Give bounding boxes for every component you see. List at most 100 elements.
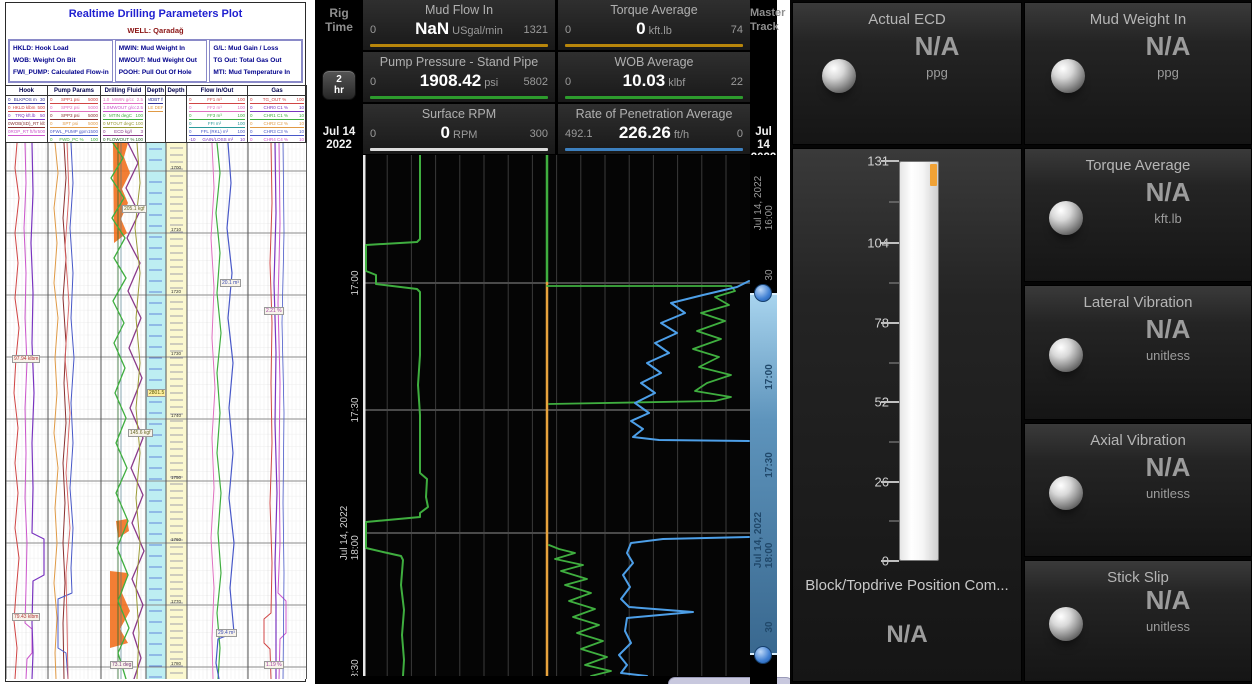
tile-title: Mud Weight In	[1025, 11, 1251, 28]
track-header: Gas	[248, 86, 307, 95]
gauge-title: Mud Flow In	[363, 3, 555, 17]
left-rail: Rig Time 2 hr Jul 14 2022 17:0017:30Jul …	[315, 0, 363, 684]
gauge-tick	[881, 401, 899, 403]
gauge-minor-tick	[889, 283, 899, 284]
gauge-pump-pressure[interactable]: Pump Pressure - Stand Pipe058021908.42ps…	[363, 52, 555, 102]
tile-actual-ecd[interactable]: Actual ECD N/A ppg	[792, 2, 1022, 145]
gauge-max: 300	[530, 128, 548, 140]
tile-stick-slip[interactable]: Stick Slip N/A unitless	[1024, 560, 1252, 682]
curve-def: 1.0MWIN g/cc2.5	[103, 96, 143, 104]
interval-2hr-button[interactable]: 2 hr	[322, 70, 356, 100]
curve-def: 0BLKPOS m30	[8, 96, 45, 104]
master-track[interactable]: Jul 14, 202216:003017:0017:30Jul 14, 202…	[750, 155, 777, 676]
legend-entry: G/L: Mud Gain / Loss	[213, 43, 298, 55]
curve-def: 0FWL_PUMP gpm1500	[50, 128, 98, 136]
gauge-max: 1321	[524, 24, 548, 36]
legend-entry: MWIN: Mud Weight In	[119, 43, 204, 55]
curve-def: 0FF3 m³100	[189, 112, 245, 120]
curve-def: 0WOB(SD)_RT klb50	[8, 120, 45, 128]
tile-title: Lateral Vibration	[1025, 294, 1251, 311]
curve-def: 0CHR4 C4 %10	[250, 136, 304, 142]
curve-def: MDBT ft	[148, 96, 163, 104]
time-label: 30	[764, 269, 775, 280]
realtime-plot-panel: Realtime Drilling Parameters Plot WELL: …	[5, 2, 306, 682]
svg-text:1700: 1700	[171, 165, 182, 170]
gauge-tick	[881, 560, 899, 562]
gauge-tick	[881, 322, 899, 324]
curve-def: 0MTOUT degC100	[103, 120, 143, 128]
status-ball-icon	[1049, 607, 1083, 641]
tile-value: N/A unitless	[1085, 314, 1251, 363]
gauge-bar	[370, 44, 548, 47]
gauge-bar	[370, 148, 548, 151]
curve-value-label: 73.1 deg	[110, 661, 133, 669]
curve-value-label: 1.19 %	[264, 661, 284, 669]
curve-value-label: 79.43 klbm	[12, 613, 40, 621]
curve-def: 0SPT psi5000	[50, 120, 98, 128]
curve-value-label: 20.1 m³	[220, 279, 241, 287]
tile-title: Actual ECD	[793, 11, 1021, 28]
gauge-title: Surface RPM	[363, 107, 555, 121]
tile-value: N/A unitless	[1085, 585, 1251, 634]
master-track-label: Master Track	[750, 6, 777, 34]
rig-time-label: Rig Time	[315, 6, 363, 34]
drilling-dashboard: Realtime Drilling Parameters Plot WELL: …	[0, 0, 1252, 684]
gauge-min: 0	[370, 128, 376, 140]
track-headers: HookPump ParamsDrilling FluidDepthDepthF…	[6, 85, 307, 96]
time-label: 17:30	[350, 397, 361, 422]
gauge-max: 74	[731, 24, 743, 36]
tile-mud-weight-in[interactable]: Mud Weight In N/A ppg	[1024, 2, 1252, 145]
tile-value: N/A ppg	[1085, 31, 1251, 80]
track-header: Hook	[6, 86, 48, 95]
svg-text:1730: 1730	[171, 351, 182, 356]
tile-value: N/A kft.lb	[1085, 177, 1251, 226]
gauge-title: Rate of Penetration Average	[558, 107, 750, 121]
gauge-value: NaNUSgal/min	[393, 19, 525, 39]
gauge-wob-average[interactable]: WOB Average02210.03klbf	[558, 52, 750, 102]
curve-value-label: 2801.5	[147, 389, 166, 397]
chart-center: Mud Flow In01321NaNUSgal/minTorque Avera…	[363, 0, 750, 684]
gauge-bar	[565, 44, 743, 47]
gauge-surface-rpm[interactable]: Surface RPM03000RPM	[363, 104, 555, 154]
svg-text:1720: 1720	[171, 289, 182, 294]
gauge-minor-tick	[889, 521, 899, 522]
curve-definitions: 0BLKPOS m300HKLD klbm5000TRQ kft.lb500WO…	[6, 96, 307, 143]
gauge-torque-average[interactable]: Torque Average0740kft.lb	[558, 0, 750, 50]
legend: HKLD: Hook LoadWOB: Weight On BitFWI_PUM…	[8, 39, 303, 83]
tile-axial-vibration[interactable]: Axial Vibration N/A unitless	[1024, 423, 1252, 557]
gauge-rop-average[interactable]: Rate of Penetration Average492.10226.26f…	[558, 104, 750, 154]
curve-def: 0SPP3 psi5000	[50, 112, 98, 120]
log-plot: 170017101720173017401750176017701780 97.…	[6, 143, 307, 679]
range-handle[interactable]	[754, 646, 772, 664]
gauge-label: Block/Topdrive Position Com...	[795, 577, 1019, 594]
curve-def-column: 0SPP1 psi50000SPP2 psi50000SPP3 psi50000…	[48, 96, 101, 142]
track-header: Depth	[166, 86, 187, 95]
legend-entry: HKLD: Hook Load	[13, 43, 109, 55]
time-label: 17:00	[764, 364, 775, 390]
gauge-mud-flow-in[interactable]: Mud Flow In01321NaNUSgal/min	[363, 0, 555, 50]
tile-torque-average[interactable]: Torque Average N/A kft.lb	[1024, 148, 1252, 282]
curve-value-label: 2.21 %	[264, 307, 284, 315]
gauge-tick	[881, 242, 899, 244]
left-rail-date: Jul 14 2022	[315, 126, 363, 152]
gauge-value: 1908.42psi	[393, 71, 525, 91]
gauge-min: 0	[370, 76, 376, 88]
curve-def: 1.0MWOUT g/cc2.5	[103, 104, 143, 112]
svg-text:1750: 1750	[171, 475, 182, 480]
track-header: Depth	[146, 86, 166, 95]
gauge-value: 226.26ft/h	[588, 123, 720, 143]
range-handle[interactable]	[754, 284, 772, 302]
legend-entry: MTI: Mud Temperature In	[213, 67, 298, 79]
gauge-title: Pump Pressure - Stand Pipe	[363, 55, 555, 69]
gauge-min: 0	[565, 76, 571, 88]
time-axis: 17:0017:30Jul 14, 202218:008:30	[315, 155, 363, 676]
gauge-bar	[565, 148, 743, 151]
tile-lateral-vibration[interactable]: Lateral Vibration N/A unitless	[1024, 285, 1252, 420]
time-label: 17:30	[764, 452, 775, 478]
legend-entry: FWI_PUMP: Calculated Flow-in	[13, 67, 109, 79]
time-chart-svg	[363, 155, 750, 676]
tile-title: Torque Average	[1025, 157, 1251, 174]
right-rail: Master Track Jul 14 2022 Jul 14, 202216:…	[750, 0, 777, 684]
gauge-bar	[899, 161, 939, 561]
time-track-panel: Rig Time 2 hr Jul 14 2022 17:0017:30Jul …	[315, 0, 777, 684]
